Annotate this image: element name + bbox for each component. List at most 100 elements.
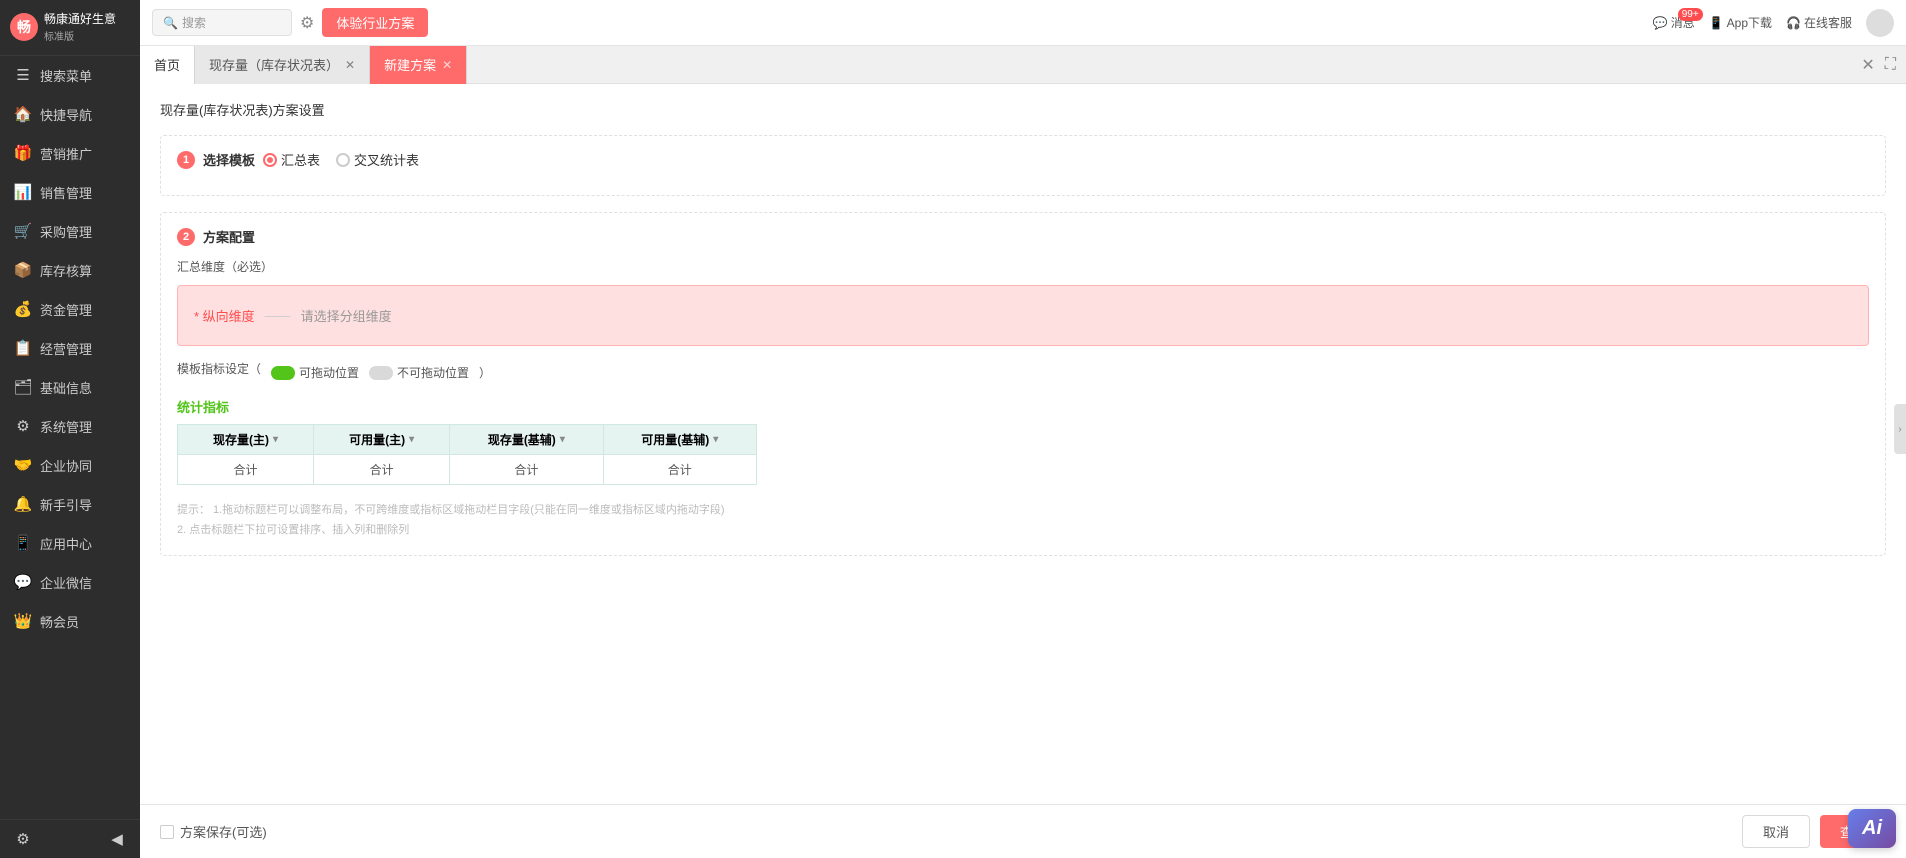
sidebar-item-quick-nav[interactable]: 🏠快捷导航 xyxy=(0,95,140,134)
dim-hint: 请选择分组维度 xyxy=(301,306,392,325)
sidebar-icon-finance: 💰 xyxy=(14,300,32,318)
customer-service-link[interactable]: 🎧 在线客服 xyxy=(1786,14,1852,31)
headset-icon: 🎧 xyxy=(1786,16,1801,30)
collapse-icon[interactable]: ◀ xyxy=(108,830,126,848)
indicator-toggle-row: 模板指标设定（ 可拖动位置 不可拖动位置 ） xyxy=(177,360,1869,385)
tabs-actions: ✕ ⛶ xyxy=(1861,55,1906,75)
gear-icon[interactable]: ⚙ xyxy=(300,13,314,33)
message-btn[interactable]: 💬 消息 99+ xyxy=(1653,14,1695,31)
topbar: 🔍 搜索 ⚙ 体验行业方案 💬 消息 99+ 📱 App下载 🎧 在线客服 xyxy=(140,0,1906,46)
tab-expand-action[interactable]: ⛶ xyxy=(1885,56,1896,74)
tab-new-scheme[interactable]: 新建方案 ✕ xyxy=(370,46,467,84)
tab-home-label: 首页 xyxy=(154,55,180,74)
sidebar-label-sales: 销售管理 xyxy=(40,183,92,202)
user-avatar[interactable] xyxy=(1866,9,1894,37)
sidebar-label-wechat: 企业微信 xyxy=(40,573,92,592)
sidebar-label-operation: 经营管理 xyxy=(40,339,92,358)
radio-crosstab[interactable]: 交叉统计表 xyxy=(336,150,419,169)
tabs-bar: 首页 现存量（库存状况表） ✕ 新建方案 ✕ ✕ ⛶ xyxy=(140,46,1906,84)
radio-crosstab-label: 交叉统计表 xyxy=(354,150,419,169)
sidebar-item-member[interactable]: 👑畅会员 xyxy=(0,602,140,641)
tab-new-scheme-close[interactable]: ✕ xyxy=(442,58,452,72)
search-box[interactable]: 🔍 搜索 xyxy=(152,9,292,36)
sidebar-item-operation[interactable]: 📋 经营管理 xyxy=(0,329,140,368)
sidebar-label-inventory: 库存核算 xyxy=(40,261,92,280)
stats-table-header-row: 现存量(主) ▾ 可用量(主) ▾ 现存量(基辅 xyxy=(178,425,757,455)
dim-dash: —— xyxy=(265,308,291,323)
sidebar-icon-cooperation: 🤝 xyxy=(14,456,32,474)
sidebar-item-system[interactable]: ⚙系统管理 xyxy=(0,407,140,446)
section1-header: 1 选择模板 汇总表 交叉统计表 xyxy=(177,150,1869,169)
page-title: 现存量(库存状况表)方案设置 xyxy=(160,100,1886,119)
sidebar-label-purchase: 采购管理 xyxy=(40,222,92,241)
sidebar-label-appstore: 应用中心 xyxy=(40,534,92,553)
ai-assistant-badge[interactable]: Ai xyxy=(1848,809,1896,848)
stats-th-1-label: 可用量(主) xyxy=(349,431,405,448)
tab-home[interactable]: 首页 xyxy=(140,46,195,84)
tab-inventory-status[interactable]: 现存量（库存状况表） ✕ xyxy=(195,46,370,84)
save-checkbox-area[interactable]: 方案保存(可选) xyxy=(160,822,267,841)
section1-num: 1 xyxy=(177,151,195,169)
sidebar-item-newbie[interactable]: 🔔新手引导 xyxy=(0,485,140,524)
settings-icon[interactable]: ⚙ xyxy=(14,830,32,848)
sidebar-item-cooperation[interactable]: 🤝 企业协同 xyxy=(0,446,140,485)
summary-dim-label: 汇总维度（必选） xyxy=(177,258,1869,275)
sidebar-item-purchase[interactable]: 🛒 采购管理 xyxy=(0,212,140,251)
sidebar-item-appstore[interactable]: 📱应用中心 xyxy=(0,524,140,563)
industry-btn[interactable]: 体验行业方案 xyxy=(322,8,428,37)
sidebar-icon-purchase: 🛒 xyxy=(14,222,32,240)
sidebar-label-member: 畅会员 xyxy=(40,612,79,631)
dimension-inner: * 纵向维度 —— 请选择分组维度 xyxy=(194,306,1852,325)
stats-th-1[interactable]: 可用量(主) ▾ xyxy=(314,425,450,455)
logo-icon: 畅 xyxy=(10,13,38,41)
radio-crosstab-btn[interactable] xyxy=(336,153,350,167)
toggle-draggable[interactable]: 可拖动位置 xyxy=(271,364,359,381)
stats-th-0-label: 现存量(主) xyxy=(213,431,269,448)
chevron-down-icon-3: ▾ xyxy=(713,434,718,445)
right-collapse-handle[interactable]: › xyxy=(1894,404,1906,454)
sidebar-item-marketing[interactable]: 🎁营销推广 xyxy=(0,134,140,173)
cancel-button[interactable]: 取消 xyxy=(1742,815,1810,848)
customer-service-label: 在线客服 xyxy=(1804,14,1852,31)
toggle-off-box xyxy=(369,366,393,380)
sidebar-icon-basic: 🗂 xyxy=(14,378,32,396)
search-placeholder: 搜索 xyxy=(182,14,206,31)
stats-th-3[interactable]: 可用量(基辅) ▾ xyxy=(603,425,756,455)
stats-th-2[interactable]: 现存量(基辅) ▾ xyxy=(450,425,603,455)
section2-num: 2 xyxy=(177,228,195,246)
chevron-down-icon-1: ▾ xyxy=(409,434,414,445)
sidebar-item-basic[interactable]: 🗂基础信息 xyxy=(0,368,140,407)
sidebar-icon-sales: 📊 xyxy=(14,183,32,201)
sidebar-item-inventory[interactable]: 📦库存核算 xyxy=(0,251,140,290)
stats-section-title: 统计指标 xyxy=(177,397,1869,416)
tab-new-scheme-label: 新建方案 xyxy=(384,55,436,74)
dimension-area[interactable]: * 纵向维度 —— 请选择分组维度 xyxy=(177,285,1869,346)
stats-th-0[interactable]: 现存量(主) ▾ xyxy=(178,425,314,455)
sidebar-label-finance: 资金管理 xyxy=(40,300,92,319)
sidebar-item-search-menu[interactable]: ☰搜索菜单 xyxy=(0,56,140,95)
section2-title: 方案配置 xyxy=(203,227,255,246)
sidebar-item-wechat[interactable]: 💬 企业微信 xyxy=(0,563,140,602)
toggle-non-draggable[interactable]: 不可拖动位置 xyxy=(369,364,469,381)
radio-summary-btn[interactable] xyxy=(263,153,277,167)
tab-inventory-close[interactable]: ✕ xyxy=(345,58,355,72)
section2-header: 2 方案配置 xyxy=(177,227,1869,246)
sidebar-icon-operation: 📋 xyxy=(14,339,32,357)
sidebar-label-cooperation: 企业协同 xyxy=(40,456,92,475)
app-download-link[interactable]: 📱 App下载 xyxy=(1709,14,1772,31)
section-template: 1 选择模板 汇总表 交叉统计表 xyxy=(160,135,1886,196)
stats-cell-1: 合计 xyxy=(314,455,450,485)
sidebar-label-newbie: 新手引导 xyxy=(40,495,92,514)
sidebar-item-finance[interactable]: 💰 资金管理 xyxy=(0,290,140,329)
topbar-right: 💬 消息 99+ 📱 App下载 🎧 在线客服 xyxy=(1653,9,1894,37)
sidebar-icon-wechat: 💬 xyxy=(14,573,32,591)
save-checkbox[interactable] xyxy=(160,825,174,839)
radio-summary-label: 汇总表 xyxy=(281,150,320,169)
tab-close-action[interactable]: ✕ xyxy=(1861,55,1874,75)
app-download-label: App下载 xyxy=(1727,14,1772,31)
stats-th-2-label: 现存量(基辅) xyxy=(488,431,556,448)
sidebar-icon-search-menu: ☰ xyxy=(14,66,32,84)
sidebar-item-sales[interactable]: 📊 销售管理 xyxy=(0,173,140,212)
radio-summary[interactable]: 汇总表 xyxy=(263,150,320,169)
stats-cell-3: 合计 xyxy=(603,455,756,485)
